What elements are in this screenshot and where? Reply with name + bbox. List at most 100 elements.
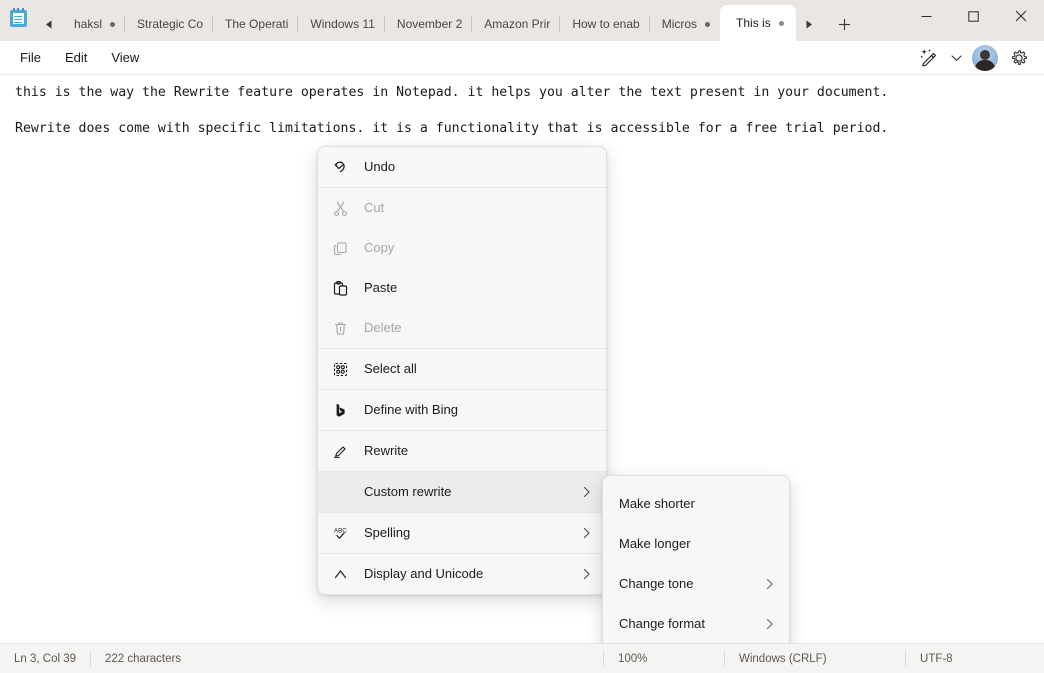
- copy-icon: [332, 238, 354, 258]
- tab-label: November 2: [397, 17, 462, 31]
- bing-icon: [332, 400, 354, 420]
- ai-rewrite-dropdown-button[interactable]: [946, 44, 966, 72]
- tab-modified-dot: [779, 21, 784, 26]
- chevron-down-icon: [951, 54, 962, 62]
- maximize-button[interactable]: [950, 0, 997, 32]
- submenu-item-label: Make longer: [619, 535, 691, 553]
- user-avatar[interactable]: [972, 45, 998, 71]
- submenu-item-make-shorter[interactable]: Make shorter: [603, 484, 789, 524]
- tab-november-2[interactable]: November 2: [385, 7, 472, 41]
- menu-bar: File Edit View: [0, 41, 1044, 75]
- submenu-item-label: Change tone: [619, 575, 693, 593]
- menu-view[interactable]: View: [101, 46, 149, 70]
- status-encoding[interactable]: UTF-8: [906, 650, 1044, 668]
- tab-amazon-prir[interactable]: Amazon Prir: [472, 7, 560, 41]
- chevron-right-icon: [763, 618, 777, 630]
- context-menu-item-define-with-bing[interactable]: Define with Bing: [318, 390, 606, 430]
- maximize-icon: [968, 11, 979, 22]
- tab-how-to-enab[interactable]: How to enab: [560, 7, 649, 41]
- context-menu-item-label: Paste: [364, 279, 397, 297]
- document-line-1: this is the way the Rewrite feature oper…: [0, 75, 1044, 111]
- context-menu-item-select-all[interactable]: Select all: [318, 349, 606, 389]
- submenu-item-change-format[interactable]: Change format: [603, 604, 789, 644]
- tab-label: Strategic Co: [137, 17, 203, 31]
- status-line-ending[interactable]: Windows (CRLF): [725, 650, 905, 668]
- submenu-item-change-tone[interactable]: Change tone: [603, 564, 789, 604]
- tab-label: The Operati: [225, 17, 288, 31]
- menu-edit[interactable]: Edit: [55, 46, 97, 70]
- submenu-item-make-longer[interactable]: Make longer: [603, 524, 789, 564]
- context-menu-item-delete[interactable]: Delete: [318, 308, 606, 348]
- status-bar-left: Ln 3, Col 39 222 characters: [0, 650, 195, 668]
- status-bar: Ln 3, Col 39 222 characters 100% Windows…: [0, 643, 1044, 673]
- minimize-button[interactable]: [903, 0, 950, 32]
- title-bar: haksl Strategic Co The Operati Windows 1…: [0, 0, 1044, 41]
- minimize-icon: [921, 11, 932, 22]
- paste-clipboard-icon: [332, 278, 354, 298]
- context-menu-item-label: Select all: [364, 360, 417, 378]
- tab-label: Micros: [662, 17, 697, 31]
- tab-windows-11[interactable]: Windows 11: [298, 7, 384, 41]
- tab-haksl[interactable]: haksl: [62, 7, 125, 41]
- tab-the-operati[interactable]: The Operati: [213, 7, 298, 41]
- context-menu-item-label: Cut: [364, 199, 384, 217]
- context-menu-item-display-and-unicode[interactable]: Display and Unicode: [318, 554, 606, 594]
- display-unicode-caret-icon: [332, 564, 354, 584]
- context-menu-item-label: Spelling: [364, 524, 410, 542]
- context-menu-item-custom-rewrite[interactable]: Custom rewrite: [318, 472, 606, 512]
- submenu-item-label: Make shorter: [619, 495, 695, 513]
- chevron-right-icon: [580, 486, 594, 498]
- tab-scroll-right-button[interactable]: [796, 7, 822, 41]
- context-menu-item-label: Define with Bing: [364, 401, 458, 419]
- chevron-right-icon: [763, 578, 777, 590]
- context-menu-item-label: Delete: [364, 319, 402, 337]
- status-character-count[interactable]: 222 characters: [91, 650, 195, 668]
- context-menu-item-rewrite[interactable]: Rewrite: [318, 431, 606, 471]
- scroll-right-icon: [804, 20, 813, 29]
- context-menu-item-copy[interactable]: Copy: [318, 228, 606, 268]
- tab-strategic-co[interactable]: Strategic Co: [125, 7, 213, 41]
- ai-rewrite-pen-icon: [920, 48, 939, 67]
- menu-file[interactable]: File: [10, 46, 51, 70]
- context-menu-item-cut[interactable]: Cut: [318, 188, 606, 228]
- select-all-icon: [332, 359, 354, 379]
- tab-label: Windows 11: [310, 17, 374, 31]
- tab-modified-dot: [705, 22, 710, 27]
- chevron-right-icon: [580, 568, 594, 580]
- window-controls: [903, 0, 1044, 41]
- context-menu-item-paste[interactable]: Paste: [318, 268, 606, 308]
- context-menu-item-spelling[interactable]: ABC Spelling: [318, 513, 606, 553]
- chevron-right-icon: [580, 527, 594, 539]
- close-button[interactable]: [997, 0, 1044, 32]
- tab-micros[interactable]: Micros: [650, 7, 720, 41]
- settings-button[interactable]: [1004, 44, 1034, 72]
- tab-this-is[interactable]: This is: [720, 5, 796, 41]
- status-cursor-position[interactable]: Ln 3, Col 39: [0, 650, 90, 668]
- close-icon: [1015, 10, 1027, 22]
- tab-label: Amazon Prir: [484, 17, 550, 31]
- custom-rewrite-submenu: Make shorter Make longer Change tone Cha…: [602, 475, 790, 653]
- context-menu: Undo Cut Copy: [317, 146, 607, 595]
- undo-icon: [332, 157, 354, 177]
- ai-rewrite-button[interactable]: [914, 44, 944, 72]
- submenu-item-label: Change format: [619, 615, 705, 633]
- context-menu-item-label: Rewrite: [364, 442, 408, 460]
- context-menu-item-undo[interactable]: Undo: [318, 147, 606, 187]
- svg-text:ABC: ABC: [334, 527, 347, 534]
- rewrite-pen-icon: [332, 441, 354, 461]
- context-menu-item-label: Custom rewrite: [364, 483, 451, 501]
- status-zoom-level[interactable]: 100%: [604, 650, 724, 668]
- context-menu-item-label: Copy: [364, 239, 394, 257]
- scroll-left-icon: [45, 20, 54, 29]
- tab-scroll-left-button[interactable]: [36, 7, 62, 41]
- spelling-abc-icon: ABC: [332, 523, 354, 543]
- tab-label: haksl: [74, 17, 102, 31]
- gear-icon: [1010, 49, 1028, 67]
- notepad-window: haksl Strategic Co The Operati Windows 1…: [0, 0, 1044, 673]
- tab-modified-dot: [110, 22, 115, 27]
- new-tab-button[interactable]: [828, 7, 862, 41]
- tab-strip: haksl Strategic Co The Operati Windows 1…: [62, 0, 796, 41]
- context-menu-item-label: Display and Unicode: [364, 565, 483, 583]
- context-menu-item-label: Undo: [364, 158, 395, 176]
- toolbar-right: [914, 44, 1044, 72]
